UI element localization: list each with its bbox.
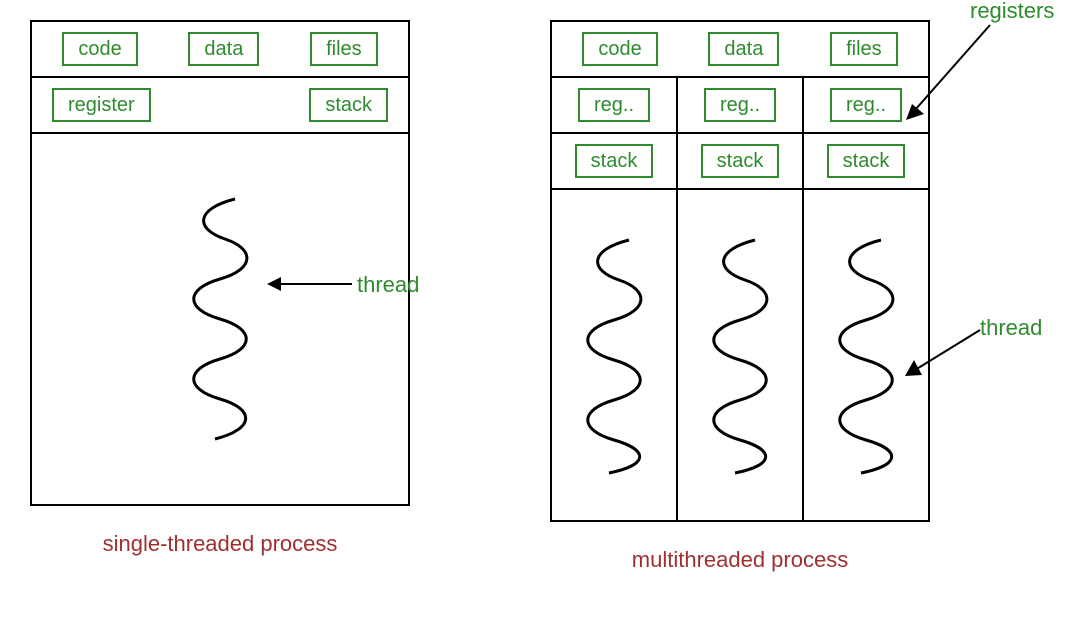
- single-process-box: code data files register stack thread: [30, 20, 410, 506]
- thread-arrow-icon: [900, 320, 1000, 390]
- stack-box: stack: [309, 88, 388, 122]
- multi-stacks-row: stack stack stack: [552, 134, 928, 190]
- thread-label: thread: [357, 272, 419, 298]
- single-thread-area: thread: [32, 134, 408, 504]
- multi-shared-row: code data files: [552, 22, 928, 78]
- code-box: code: [62, 32, 137, 66]
- thread-column: [678, 190, 804, 520]
- thread-squiggle-icon: [574, 235, 654, 475]
- stack-box: stack: [827, 144, 906, 178]
- register-box: register: [52, 88, 151, 122]
- single-shared-row: code data files: [32, 22, 408, 78]
- register-box: reg..: [578, 88, 650, 122]
- files-box: files: [830, 32, 898, 66]
- code-box: code: [582, 32, 657, 66]
- data-box: data: [708, 32, 779, 66]
- single-thread-state-row: register stack: [32, 78, 408, 134]
- thread-squiggle-icon: [700, 235, 780, 475]
- register-box: reg..: [830, 88, 902, 122]
- stack-box: stack: [575, 144, 654, 178]
- single-threaded-column: code data files register stack thread si…: [30, 20, 410, 573]
- thread-squiggle-icon: [826, 235, 906, 475]
- files-box: files: [310, 32, 378, 66]
- multi-process-box: code data files reg.. reg.. reg.. stack …: [550, 20, 930, 522]
- thread-squiggle-icon: [175, 194, 265, 444]
- multi-thread-area: [552, 190, 928, 520]
- multi-registers-row: reg.. reg.. reg..: [552, 78, 928, 134]
- multi-caption: multithreaded process: [632, 547, 848, 573]
- stack-box: stack: [701, 144, 780, 178]
- single-caption: single-threaded process: [103, 531, 338, 557]
- multithreaded-column: code data files reg.. reg.. reg.. stack …: [550, 20, 930, 573]
- registers-arrow-icon: [900, 15, 1020, 125]
- thread-arrow-icon: [267, 264, 357, 304]
- thread-diagram: code data files register stack thread si…: [20, 20, 1060, 573]
- data-box: data: [188, 32, 259, 66]
- thread-column: [552, 190, 678, 520]
- register-box: reg..: [704, 88, 776, 122]
